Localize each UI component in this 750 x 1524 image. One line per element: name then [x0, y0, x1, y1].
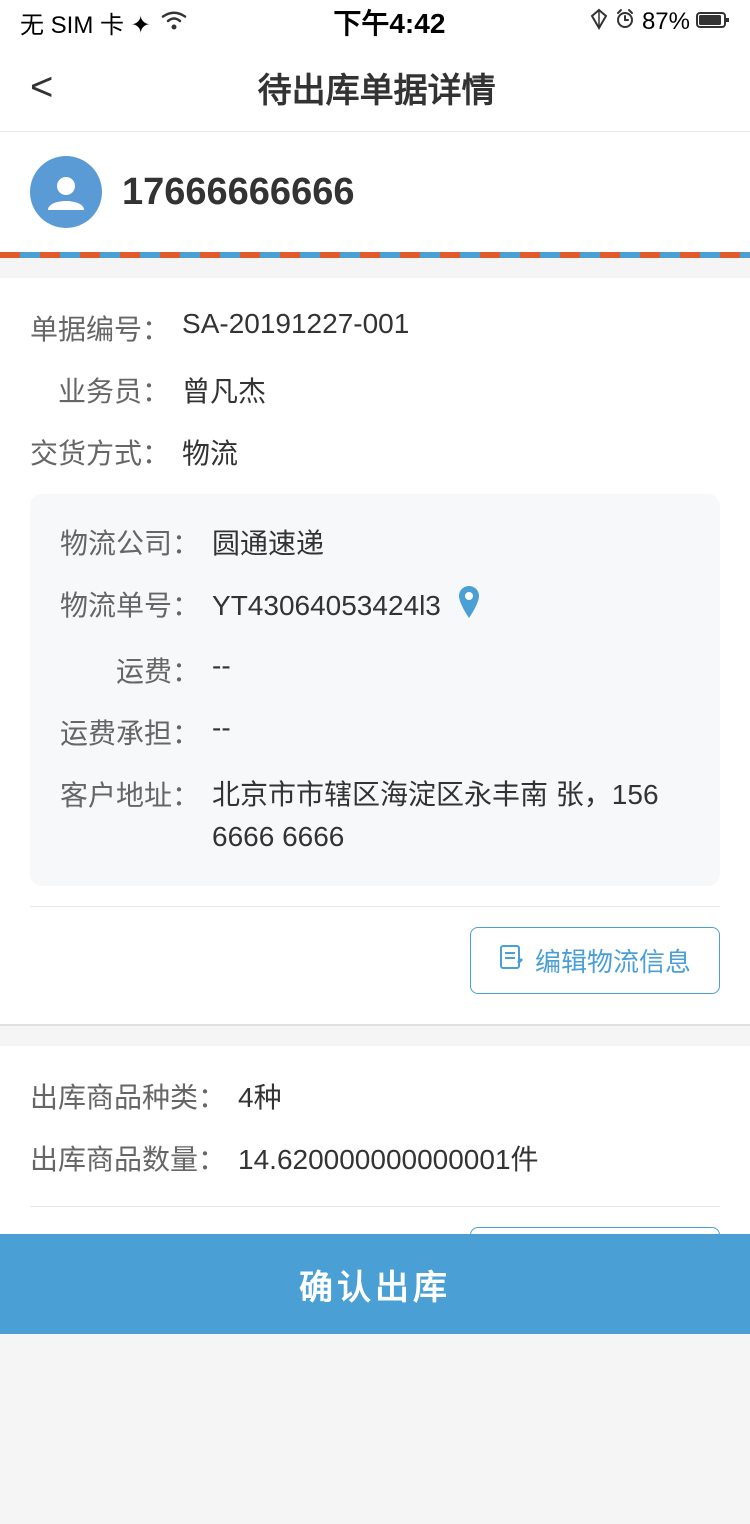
nav-bar: < 待出库单据详情	[0, 44, 750, 132]
tracking-no-label: 物流单号：	[60, 584, 200, 624]
status-right: 87%	[590, 8, 730, 37]
edit-logistics-label: 编辑物流信息	[535, 942, 691, 979]
freight-bearer-value: --	[212, 712, 690, 744]
goods-quantity-row: 出库商品数量： 14.620000000000001件	[30, 1138, 720, 1178]
edit-btn-row: 编辑物流信息	[30, 906, 720, 994]
dashed-divider	[0, 252, 750, 258]
order-no-label: 单据编号：	[30, 308, 170, 348]
sim-status: 无 SIM 卡 ✦	[20, 5, 151, 40]
salesperson-label: 业务员：	[30, 370, 170, 410]
freight-value: --	[212, 650, 690, 682]
user-phone: 17666666666	[122, 171, 354, 214]
logistics-company-label: 物流公司：	[60, 522, 200, 562]
order-no-row: 单据编号： SA-20191227-001	[30, 308, 720, 348]
confirm-btn-text: 确认出库	[299, 1260, 451, 1309]
confirm-btn-area[interactable]: 确认出库	[0, 1234, 750, 1334]
status-bar: 无 SIM 卡 ✦ 下午4:42	[0, 0, 750, 44]
logistics-company-value: 圆通速递	[212, 522, 690, 562]
user-section: 17666666666	[0, 132, 750, 252]
status-time: 下午4:42	[333, 2, 445, 42]
location-status-icon	[590, 8, 608, 37]
goods-quantity-value: 14.620000000000001件	[238, 1138, 720, 1178]
bottom-spacer	[0, 1324, 750, 1524]
section-separator-1	[0, 1024, 750, 1026]
freight-row: 运费： --	[60, 650, 690, 690]
freight-bearer-row: 运费承担： --	[60, 712, 690, 752]
edit-logistics-button[interactable]: 编辑物流信息	[470, 927, 720, 994]
order-info-section: 单据编号： SA-20191227-001 业务员： 曾凡杰 交货方式： 物流 …	[0, 278, 750, 1024]
salesperson-value: 曾凡杰	[182, 370, 720, 410]
delivery-method-label: 交货方式：	[30, 432, 170, 472]
logistics-card: 物流公司： 圆通速递 物流单号： YT43064053424l3 运费： -- …	[30, 494, 720, 886]
tracking-location-icon[interactable]	[453, 584, 485, 628]
edit-icon	[499, 944, 525, 977]
tracking-no-row: 物流单号： YT43064053424l3	[60, 584, 690, 628]
wifi-icon	[159, 8, 189, 37]
status-left: 无 SIM 卡 ✦	[20, 5, 189, 40]
address-value: 北京市市辖区海淀区永丰南 张，156 6666 6666	[212, 774, 690, 858]
back-button[interactable]: <	[30, 65, 53, 110]
alarm-icon	[614, 8, 636, 37]
goods-quantity-label: 出库商品数量：	[30, 1138, 226, 1178]
address-row: 客户地址： 北京市市辖区海淀区永丰南 张，156 6666 6666	[60, 774, 690, 858]
goods-types-row: 出库商品种类： 4种	[30, 1076, 720, 1116]
freight-label: 运费：	[60, 650, 200, 690]
page-title: 待出库单据详情	[73, 63, 680, 112]
battery-icon	[696, 8, 730, 36]
freight-bearer-label: 运费承担：	[60, 712, 200, 752]
tracking-no-value: YT43064053424l3	[212, 584, 690, 628]
order-no-value: SA-20191227-001	[182, 308, 720, 340]
goods-types-value: 4种	[238, 1076, 720, 1116]
delivery-method-row: 交货方式： 物流	[30, 432, 720, 472]
battery-percentage: 87%	[642, 8, 690, 36]
logistics-company-row: 物流公司： 圆通速递	[60, 522, 690, 562]
salesperson-row: 业务员： 曾凡杰	[30, 370, 720, 410]
avatar	[30, 156, 102, 228]
delivery-method-value: 物流	[182, 432, 720, 472]
goods-types-label: 出库商品种类：	[30, 1076, 226, 1116]
address-label: 客户地址：	[60, 774, 200, 814]
